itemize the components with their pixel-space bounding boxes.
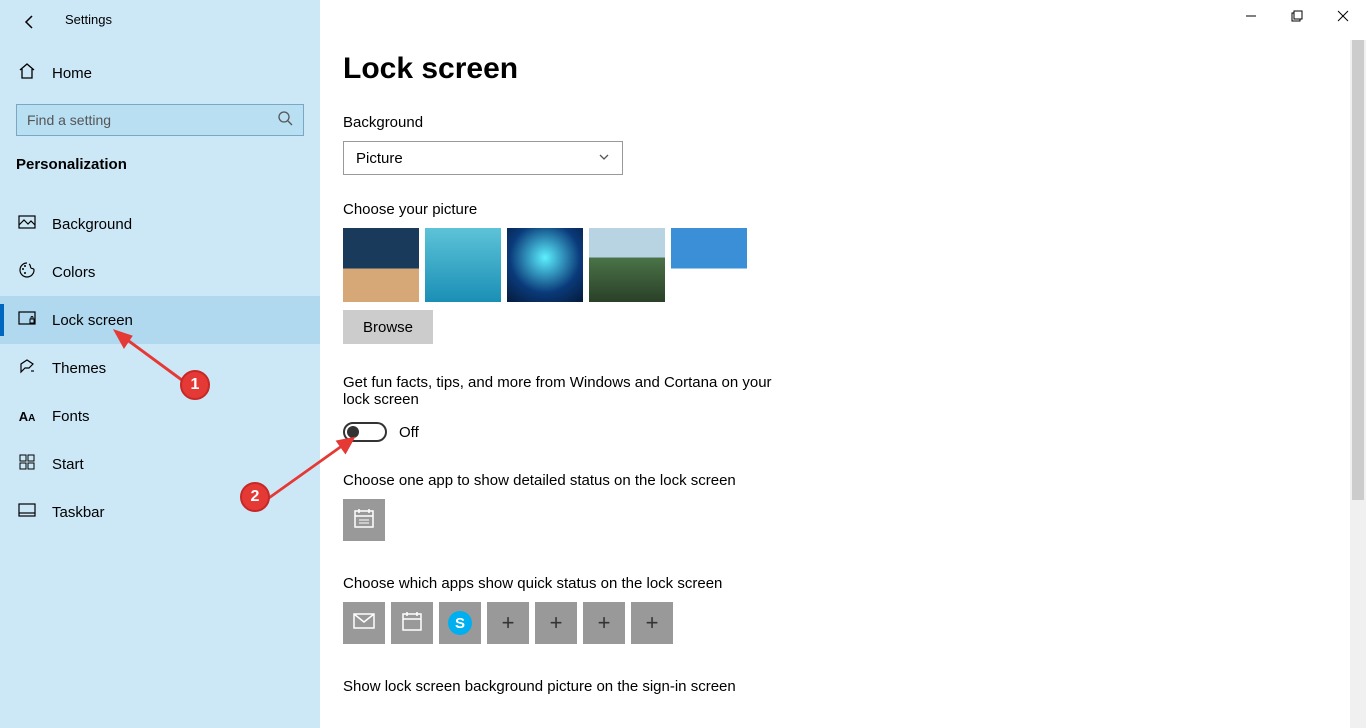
plus-icon: + xyxy=(550,610,563,636)
sidebar-item-label: Colors xyxy=(52,264,95,281)
picture-thumb-2[interactable] xyxy=(425,228,501,302)
plus-icon: + xyxy=(502,610,515,636)
sidebar-item-label: Background xyxy=(52,216,132,233)
sidebar-item-colors[interactable]: Colors xyxy=(0,248,320,296)
home-label: Home xyxy=(52,65,92,82)
sidebar-item-label: Themes xyxy=(52,360,106,377)
annotation-badge-1: 1 xyxy=(180,370,210,400)
picture-thumb-3[interactable] xyxy=(507,228,583,302)
annotation-arrow-2 xyxy=(260,430,360,510)
palette-icon xyxy=(18,261,36,283)
picture-thumb-5[interactable] xyxy=(671,228,747,302)
chevron-down-icon xyxy=(598,150,610,167)
search-icon xyxy=(277,110,293,131)
home-icon xyxy=(18,62,36,85)
page-title: Lock screen xyxy=(343,52,1366,86)
toggle-state-label: Off xyxy=(399,424,419,441)
skype-icon: S xyxy=(448,611,472,635)
quick-status-label: Choose which apps show quick status on t… xyxy=(343,575,1366,592)
background-dropdown[interactable]: Picture xyxy=(343,141,623,175)
app-title: Settings xyxy=(65,12,112,27)
back-button[interactable] xyxy=(20,12,40,32)
search-box[interactable] xyxy=(16,104,304,136)
plus-icon: + xyxy=(598,610,611,636)
home-link[interactable]: Home xyxy=(18,62,92,85)
picture-thumbnails xyxy=(343,228,1366,302)
quick-status-add-1[interactable]: + xyxy=(487,602,529,644)
choose-picture-label: Choose your picture xyxy=(343,201,1366,218)
sidebar-item-background[interactable]: Background xyxy=(0,200,320,248)
search-input[interactable] xyxy=(27,112,267,128)
fun-facts-label: Get fun facts, tips, and more from Windo… xyxy=(343,374,773,408)
fonts-icon: AA xyxy=(18,409,36,424)
sidebar-item-label: Fonts xyxy=(52,408,90,425)
background-label: Background xyxy=(343,114,1366,131)
quick-status-app-mail[interactable] xyxy=(343,602,385,644)
signin-picture-label: Show lock screen background picture on t… xyxy=(343,678,1366,695)
quick-status-add-3[interactable]: + xyxy=(583,602,625,644)
section-title: Personalization xyxy=(16,156,127,173)
picture-thumb-1[interactable] xyxy=(343,228,419,302)
dropdown-value: Picture xyxy=(356,150,403,167)
annotation-badge-2: 2 xyxy=(240,482,270,512)
start-icon xyxy=(18,454,36,474)
calendar-icon xyxy=(401,610,423,637)
scrollbar-thumb[interactable] xyxy=(1352,40,1364,500)
picture-thumb-4[interactable] xyxy=(589,228,665,302)
quick-status-add-4[interactable]: + xyxy=(631,602,673,644)
detailed-status-label: Choose one app to show detailed status o… xyxy=(343,472,1366,489)
lock-screen-icon xyxy=(18,311,36,329)
sidebar-item-label: Start xyxy=(52,456,84,473)
plus-icon: + xyxy=(646,610,659,636)
calendar-icon xyxy=(353,507,375,534)
taskbar-icon xyxy=(18,503,36,521)
browse-button[interactable]: Browse xyxy=(343,310,433,344)
quick-status-app-skype[interactable]: S xyxy=(439,602,481,644)
picture-icon xyxy=(18,215,36,233)
themes-icon xyxy=(18,357,36,379)
main-content: Lock screen Background Picture Choose yo… xyxy=(343,0,1366,728)
sidebar-item-label: Taskbar xyxy=(52,504,105,521)
quick-status-add-2[interactable]: + xyxy=(535,602,577,644)
mail-icon xyxy=(353,613,375,634)
quick-status-app-calendar[interactable] xyxy=(391,602,433,644)
